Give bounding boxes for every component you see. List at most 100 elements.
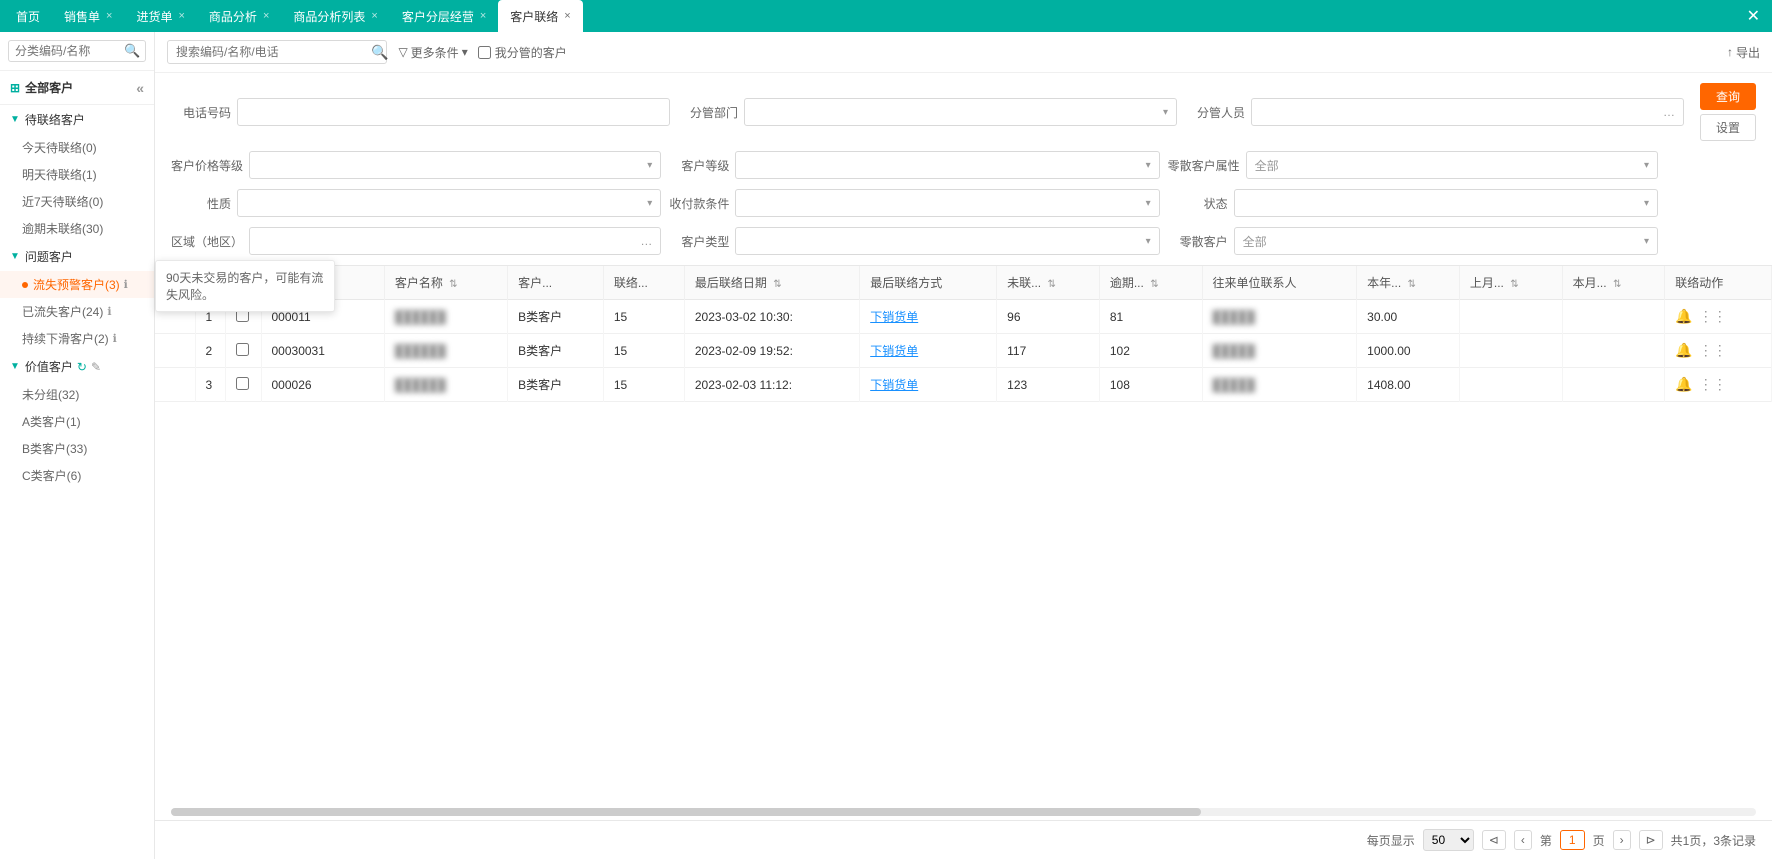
filter-select-retail[interactable]: 全部 ▾ <box>1234 227 1658 255</box>
refresh-icon[interactable]: ↻ <box>77 360 87 374</box>
filter-select-nature[interactable]: ▾ <box>237 189 661 217</box>
contact-icon[interactable]: 🔔 <box>1675 342 1692 359</box>
filter-select-region[interactable]: … <box>249 227 661 255</box>
sort-icon-uncontacted[interactable]: ⇅ <box>1048 279 1056 290</box>
sidebar-item-class-b[interactable]: B类客户(33) <box>0 435 154 462</box>
sort-icon-overdue[interactable]: ⇅ <box>1150 279 1158 290</box>
more-dots-icon[interactable]: … <box>1663 105 1675 119</box>
cell-last-method[interactable]: 下销货单 <box>860 368 997 402</box>
sort-icon-last-month[interactable]: ⇅ <box>1510 279 1518 290</box>
cell-contact: 15 <box>603 334 684 368</box>
sort-icon-name[interactable]: ⇅ <box>449 279 457 290</box>
filter-select-status[interactable]: ▾ <box>1234 189 1658 217</box>
sidebar-item-declining-label: 持续下滑客户(2) <box>22 330 109 347</box>
tab-analysis-list-label: 商品分析列表 <box>293 8 365 25</box>
sidebar-item-class-c[interactable]: C类客户(6) <box>0 462 154 489</box>
cell-last-method[interactable]: 下销货单 <box>860 300 997 334</box>
more-action-icon[interactable]: ⋮⋮ <box>1699 376 1727 393</box>
sidebar-group-value-header[interactable]: ▼ 价值客户 ↻ ✎ <box>0 352 154 381</box>
first-page-btn[interactable]: ⊲ <box>1482 830 1506 850</box>
more-action-icon[interactable]: ⋮⋮ <box>1699 308 1727 325</box>
last-method-link[interactable]: 下销货单 <box>870 378 918 392</box>
tab-customer-link-close[interactable]: × <box>564 10 570 22</box>
more-dots-icon-2[interactable]: … <box>640 234 652 248</box>
cell-check[interactable] <box>225 334 261 368</box>
filter-select-person[interactable]: … <box>1251 98 1684 126</box>
sidebar-item-today-contact[interactable]: 今天待联络(0) <box>0 134 154 161</box>
table-row: 1000011██████B类客户152023-03-02 10:30:下销货单… <box>155 300 1772 334</box>
contact-icon[interactable]: 🔔 <box>1675 308 1692 325</box>
filter-select-level[interactable]: ▾ <box>735 151 1159 179</box>
sidebar-collapse-btn[interactable]: « <box>136 80 144 96</box>
sidebar-item-tomorrow-contact[interactable]: 明天待联络(1) <box>0 161 154 188</box>
tab-sales-close[interactable]: × <box>106 10 112 22</box>
export-btn[interactable]: ↑ 导出 <box>1727 44 1760 61</box>
query-btn[interactable]: 查询 <box>1700 83 1756 110</box>
horizontal-scrollbar[interactable] <box>171 808 1756 816</box>
sidebar-all-customers[interactable]: ⊞ 全部客户 « <box>0 71 154 105</box>
window-close-btn[interactable]: ✕ <box>1747 6 1768 26</box>
sidebar-item-lost-customers[interactable]: 已流失客户(24) ℹ <box>0 298 154 325</box>
sidebar-item-unclassified[interactable]: 未分组(32) <box>0 381 154 408</box>
filter-select-price-level[interactable]: ▾ <box>249 151 661 179</box>
tab-customer-seg-close[interactable]: × <box>480 10 486 22</box>
filter-select-customer-type[interactable]: ▾ <box>735 227 1159 255</box>
sidebar-group-pending-header[interactable]: ▼ 待联络客户 <box>0 105 154 134</box>
cell-action[interactable]: 🔔 ⋮⋮ <box>1665 368 1772 402</box>
tab-purchase[interactable]: 进货单 × <box>124 0 196 32</box>
filter-select-payment[interactable]: ▾ <box>735 189 1159 217</box>
cell-name: ██████ <box>384 368 507 402</box>
tab-sales[interactable]: 销售单 × <box>52 0 124 32</box>
last-method-link[interactable]: 下销货单 <box>870 310 918 324</box>
sidebar-group-problem-header[interactable]: ▼ 问题客户 <box>0 242 154 271</box>
sidebar-item-losing-customers[interactable]: 流失预警客户(3) ℹ <box>0 271 154 298</box>
info-icon-3: ℹ <box>113 332 117 345</box>
cell-contact: 15 <box>603 300 684 334</box>
filter-select-dept[interactable]: ▾ <box>744 98 1177 126</box>
cell-uncontacted: 123 <box>997 368 1100 402</box>
last-method-link[interactable]: 下销货单 <box>870 344 918 358</box>
tab-customer-seg[interactable]: 客户分层经营 × <box>390 0 498 32</box>
contact-icon[interactable]: 🔔 <box>1675 376 1692 393</box>
tab-analysis-close[interactable]: × <box>263 10 269 22</box>
filter-search-input[interactable] <box>167 40 387 64</box>
edit-icon[interactable]: ✎ <box>91 360 101 374</box>
sort-icon-date[interactable]: ⇅ <box>773 279 781 290</box>
next-page-btn[interactable]: › <box>1613 830 1631 850</box>
filter-select-retail-attr[interactable]: 全部 ▾ <box>1246 151 1658 179</box>
cell-action[interactable]: 🔔 ⋮⋮ <box>1665 334 1772 368</box>
last-page-btn[interactable]: ⊳ <box>1639 830 1663 850</box>
sidebar-item-7days-contact[interactable]: 近7天待联络(0) <box>0 188 154 215</box>
my-customers-checkbox[interactable] <box>478 46 491 59</box>
col-action-label: 联络动作 <box>1675 276 1723 290</box>
table-row: 200030031██████B类客户152023-02-09 19:52:下销… <box>155 334 1772 368</box>
sidebar-item-class-a[interactable]: A类客户(1) <box>0 408 154 435</box>
cell-check[interactable] <box>225 368 261 402</box>
tab-analysis-list[interactable]: 商品分析列表 × <box>281 0 389 32</box>
sidebar-item-overdue-contact[interactable]: 逾期未联络(30) <box>0 215 154 242</box>
cell-settings <box>155 368 195 402</box>
cell-action[interactable]: 🔔 ⋮⋮ <box>1665 300 1772 334</box>
row-checkbox[interactable] <box>236 343 249 356</box>
cell-last-method[interactable]: 下销货单 <box>860 334 997 368</box>
sort-icon-this-month[interactable]: ⇅ <box>1613 279 1621 290</box>
more-action-icon[interactable]: ⋮⋮ <box>1699 342 1727 359</box>
filter-more-btn[interactable]: ▽ 更多条件 ▾ <box>398 44 467 61</box>
scrollbar-thumb[interactable] <box>171 808 1201 816</box>
filter-search-btn[interactable]: 🔍 <box>371 44 388 61</box>
filter-input-phone[interactable] <box>237 98 670 126</box>
tab-analysis[interactable]: 商品分析 × <box>197 0 281 32</box>
tab-home[interactable]: 首页 <box>4 0 52 32</box>
sort-icon-year[interactable]: ⇅ <box>1408 279 1416 290</box>
my-customers-filter[interactable]: 我分管的客户 <box>478 44 567 61</box>
cell-num: 3 <box>195 368 225 402</box>
tab-analysis-list-close[interactable]: × <box>371 10 377 22</box>
prev-page-btn[interactable]: ‹ <box>1514 830 1532 850</box>
per-page-select[interactable]: 50 100 200 <box>1423 829 1474 851</box>
row-checkbox[interactable] <box>236 377 249 390</box>
tab-purchase-close[interactable]: × <box>178 10 184 22</box>
page-label: 第 <box>1540 832 1552 849</box>
sidebar-item-declining-customers[interactable]: 持续下滑客户(2) ℹ <box>0 325 154 352</box>
tab-customer-link[interactable]: 客户联络 × <box>498 0 582 32</box>
settings-btn[interactable]: 设置 <box>1700 114 1756 141</box>
